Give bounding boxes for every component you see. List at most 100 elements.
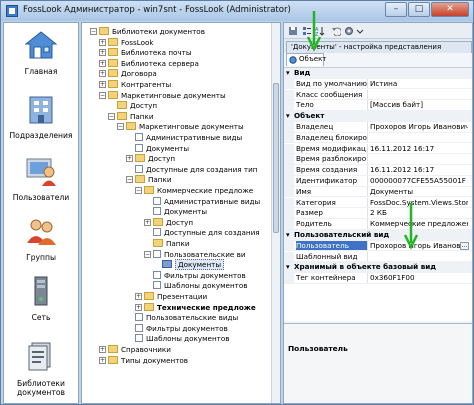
property-value[interactable]: Документы (370, 187, 468, 197)
collapse-icon[interactable]: ▾ (286, 230, 290, 240)
collapse-icon[interactable]: ▾ (286, 262, 290, 272)
expand-icon[interactable]: + (99, 59, 106, 67)
tree-node[interactable]: Доступ (108, 101, 157, 111)
tree-node[interactable]: + Контрагенты (99, 80, 171, 90)
property-row[interactable]: Размер 2 КБ (284, 208, 472, 219)
tree-node[interactable]: Папки (144, 239, 190, 249)
property-row[interactable]: Тег контейнера 0x360F1F00 (284, 273, 472, 284)
tree-scrollbar[interactable] (271, 23, 280, 403)
tab-object[interactable]: Объект (286, 53, 326, 66)
expand-icon[interactable]: + (99, 38, 106, 46)
property-row[interactable]: Родитель Коммерческие предложен (284, 219, 472, 230)
minimize-button[interactable]: – (385, 2, 407, 17)
tree-node[interactable]: Документы (153, 259, 225, 271)
property-row[interactable]: Время создания 16.11.2012 16:17 (284, 165, 472, 176)
property-value[interactable]: Коммерческие предложен (370, 219, 468, 229)
tree-node[interactable]: Доступные для создания тип (126, 164, 257, 175)
tree-node[interactable]: + Договора (99, 69, 157, 79)
collapse-icon[interactable]: − (108, 112, 115, 120)
expand-icon[interactable]: + (144, 218, 151, 226)
property-value[interactable]: 16.11.2012 16:17 (370, 144, 468, 154)
property-row[interactable]: Тело [Массив байт] (284, 100, 472, 111)
tree-node[interactable]: Шаблоны документов (126, 334, 230, 344)
property-value[interactable]: 0x360F1F00 (370, 273, 468, 283)
chevron-down-icon[interactable] (355, 26, 365, 36)
property-value[interactable]: Прохоров Игорь Иванов (370, 241, 468, 251)
tree-node[interactable]: + Технические предложе (135, 302, 256, 313)
property-value[interactable] (370, 154, 468, 164)
property-value[interactable]: 2 КБ (370, 208, 468, 218)
property-value[interactable]: 000000077CFE55A55001F (370, 176, 468, 186)
property-row[interactable]: Вид по умолчанию Истина (284, 78, 472, 90)
tree-node[interactable]: Доступные для создания (144, 228, 260, 238)
property-value[interactable] (370, 252, 468, 262)
property-value[interactable]: [Массив байт] (370, 100, 468, 110)
property-value[interactable]: FossDoc.System.Views.Store (370, 198, 468, 208)
property-row[interactable]: Время разблокиро (284, 154, 472, 165)
maximize-button[interactable]: □ (408, 2, 430, 17)
property-row[interactable]: Пользователь Прохоров Игорь Иванов... (284, 240, 472, 252)
settings-gear-icon[interactable] (344, 26, 354, 36)
tree-node[interactable]: − Папки (126, 175, 172, 185)
expand-icon[interactable]: + (135, 303, 142, 311)
tree-node[interactable]: Документы (126, 143, 189, 154)
property-category[interactable]: ▾ Вид (284, 68, 472, 79)
collapse-icon[interactable]: − (99, 91, 106, 99)
property-row[interactable]: Владелец Прохоров Игорь Иванович (284, 122, 472, 133)
tree-node[interactable]: Административные виды (144, 196, 260, 207)
expand-icon[interactable]: + (99, 70, 106, 78)
nav-network[interactable]: Сеть (4, 275, 78, 322)
property-category[interactable]: ▾ Пользовательский вид (284, 230, 472, 241)
property-row[interactable]: Класс сообщения (284, 89, 472, 101)
property-grid[interactable]: ▾ Вид Вид по умолчанию Истина Класс сообщен… (284, 67, 472, 321)
tree-scrollbar-thumb[interactable] (273, 83, 279, 233)
expand-icon[interactable]: + (99, 346, 106, 353)
tree-node[interactable]: Административные виды (126, 133, 242, 143)
property-value[interactable] (370, 133, 468, 143)
property-category[interactable]: ▾ Хранимый в объекте базовый вид (284, 262, 472, 273)
tree-node[interactable]: − Коммерческие предложе (135, 186, 253, 196)
tree-node[interactable]: − Папки (108, 111, 154, 122)
tree-node[interactable]: + Доступ (144, 217, 193, 228)
tree-node[interactable]: + FossLook (99, 37, 154, 48)
property-row[interactable]: Категория FossDoc.System.Views.Store (284, 197, 472, 209)
collapse-icon[interactable]: − (126, 176, 133, 184)
tree-node[interactable]: − Библиотеки документов (90, 27, 205, 37)
property-value[interactable] (370, 90, 468, 100)
tree-node[interactable]: Фильтры документов (126, 323, 228, 334)
tree-node[interactable]: Документы (144, 207, 207, 217)
tree-node[interactable]: − Пользовательские ви (144, 249, 246, 260)
collapse-icon[interactable]: − (117, 123, 124, 131)
property-value[interactable]: Истина (370, 79, 468, 89)
collapse-icon[interactable]: ▾ (286, 111, 290, 121)
collapse-icon[interactable]: − (90, 28, 97, 35)
nav-home[interactable]: Главная (4, 29, 78, 76)
ellipsis-button[interactable]: ... (460, 241, 469, 250)
nav-departments[interactable]: Подразделения (4, 93, 78, 140)
property-row[interactable]: Шаблонный вид (284, 251, 472, 263)
property-value[interactable]: Прохоров Игорь Иванович (370, 122, 468, 132)
tree-node[interactable]: Шаблоны документов (144, 281, 248, 291)
tree-node[interactable]: Фильтры документов (144, 270, 246, 281)
collapse-icon[interactable]: − (135, 187, 142, 194)
collapse-icon[interactable]: ▾ (286, 68, 290, 78)
close-button[interactable]: ✕ (431, 2, 469, 17)
property-value[interactable]: 16.11.2012 16:17 (370, 165, 468, 175)
tree-node[interactable]: + Типы документов (99, 355, 188, 366)
property-category[interactable]: ▾ Объект (284, 111, 472, 122)
tree-node[interactable]: Пользовательские виды (126, 313, 238, 323)
save-icon[interactable] (288, 26, 298, 36)
tree-node[interactable]: + Справочники (99, 345, 171, 355)
expand-icon[interactable]: + (99, 49, 106, 57)
collapse-icon[interactable]: − (144, 250, 151, 258)
nav-groups[interactable]: Группы (4, 215, 78, 262)
expand-icon[interactable]: + (126, 155, 133, 163)
library-tree[interactable]: − Библиотеки документов + FossLook + Библиоте… (81, 22, 281, 404)
tree-node[interactable]: − Маркетинговые документы (99, 90, 226, 101)
tree-node[interactable]: − Маркетинговые документы (117, 122, 244, 132)
undo-icon[interactable] (331, 26, 341, 36)
nav-users[interactable]: Пользователи (4, 155, 78, 202)
nav-document-libraries[interactable]: Библиотеки документов (4, 341, 78, 397)
tree-node[interactable]: + Библиотека сервера (99, 58, 199, 69)
expand-icon[interactable]: + (99, 81, 106, 88)
